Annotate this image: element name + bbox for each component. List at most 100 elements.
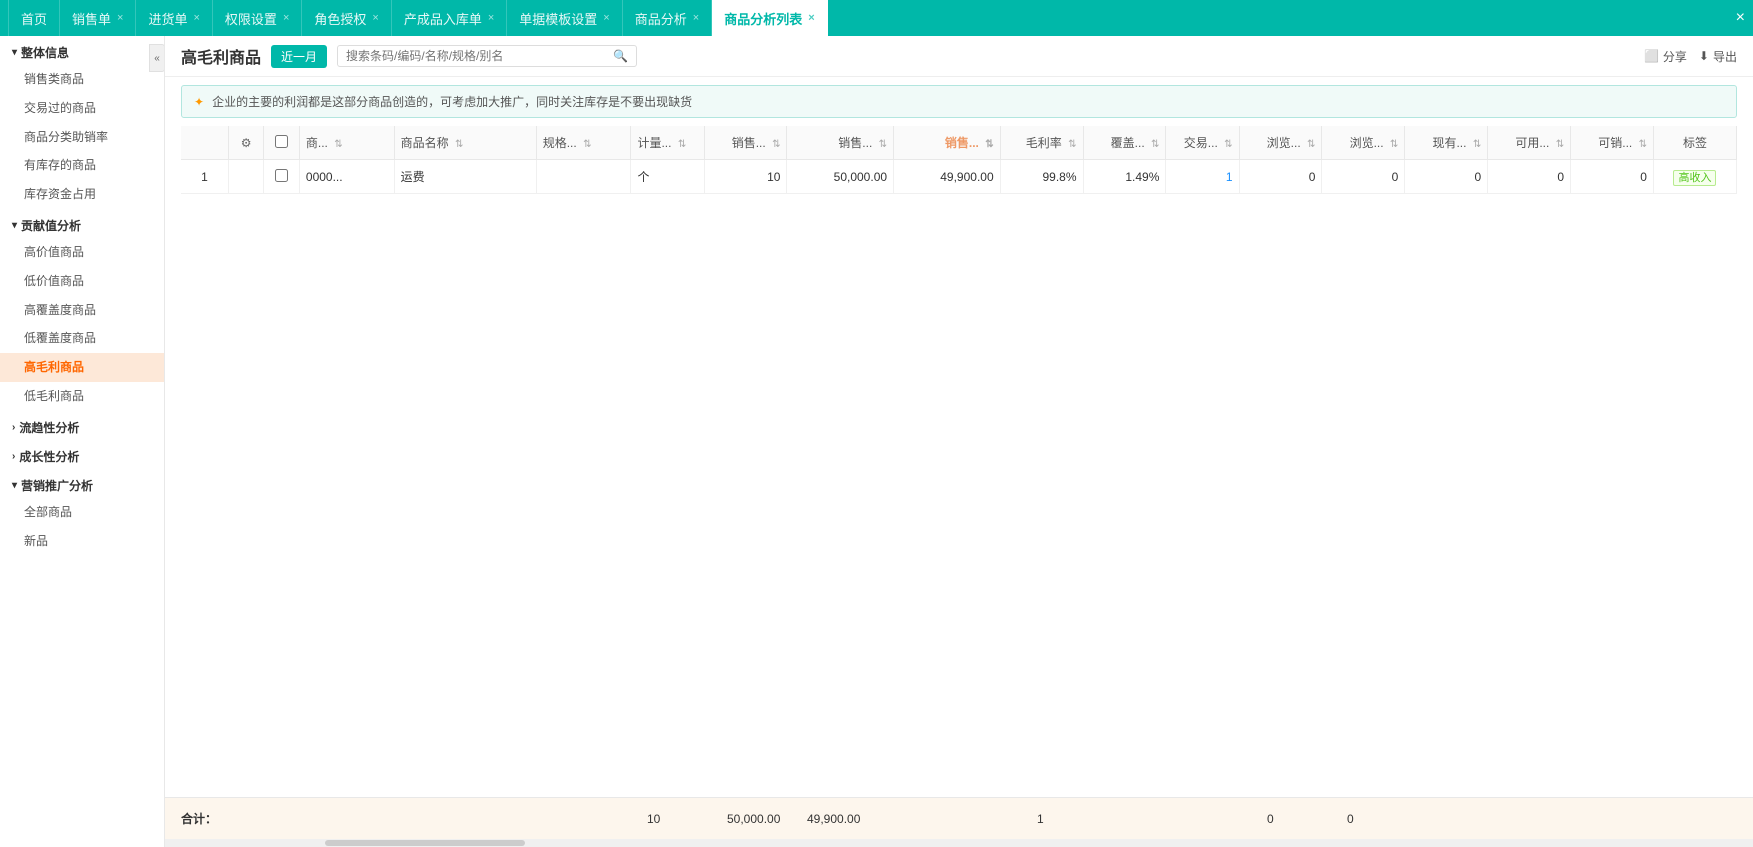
- sort-icon-code: ⇅: [334, 139, 342, 150]
- footer-current-stock-val: 0: [1261, 812, 1341, 826]
- footer-sales-cost-val: 49,900.00: [801, 812, 881, 826]
- sidebar-item-category-rate[interactable]: 商品分类助销率: [0, 123, 164, 152]
- col-header-spec[interactable]: 规格... ⇅: [536, 126, 631, 160]
- sidebar-group-growth[interactable]: › 成长性分析: [0, 440, 164, 469]
- col-header-browse1[interactable]: 浏览... ⇅: [1239, 126, 1322, 160]
- sidebar-item-low-coverage[interactable]: 低覆盖度商品: [0, 324, 164, 353]
- sort-icon-gross: ⇅: [1068, 139, 1076, 150]
- footer-label: 合计：: [181, 810, 361, 827]
- sidebar-item-new-goods[interactable]: 新品: [0, 527, 164, 556]
- col-header-sales-amt[interactable]: 销售... ⇅: [787, 126, 894, 160]
- window-close-button[interactable]: ×: [1736, 9, 1745, 27]
- sidebar-group-overall[interactable]: ▾ 整体信息: [0, 36, 164, 65]
- search-input[interactable]: [346, 49, 613, 63]
- row-checkbox[interactable]: [264, 160, 300, 194]
- sidebar-item-sales-goods[interactable]: 销售类商品: [0, 65, 164, 94]
- nav-tab-analysis-list[interactable]: 商品分析列表 ×: [712, 0, 827, 36]
- sidebar-item-high-margin[interactable]: 高毛利商品: [0, 353, 164, 382]
- nav-tab-analysis[interactable]: 商品分析 ×: [623, 0, 712, 36]
- sidebar-item-high-coverage[interactable]: 高覆盖度商品: [0, 296, 164, 325]
- row-code: 0000...: [299, 160, 394, 194]
- top-nav: 首页 销售单 × 进货单 × 权限设置 × 角色授权 × 产成品入库单 × 单据…: [0, 0, 1753, 36]
- nav-tab-role[interactable]: 角色授权 ×: [302, 0, 391, 36]
- sidebar-item-low-value[interactable]: 低价值商品: [0, 267, 164, 296]
- gear-icon[interactable]: ⚙: [241, 136, 252, 150]
- sidebar-item-stocked-goods[interactable]: 有库存的商品: [0, 151, 164, 180]
- col-header-gross[interactable]: 毛利率 ⇅: [1000, 126, 1083, 160]
- sidebar-collapse-button[interactable]: «: [149, 44, 165, 72]
- row-name: 运费: [394, 160, 536, 194]
- row-select-checkbox[interactable]: [275, 169, 288, 182]
- sidebar-item-stock-capital[interactable]: 库存资金占用: [0, 180, 164, 209]
- content-header: 高毛利商品 近一月 🔍 ⬜ 分享 ⬇ 导出: [165, 36, 1753, 77]
- row-sales-cost: 49,900.00: [894, 160, 1001, 194]
- sidebar-group-flow[interactable]: › 流趋性分析: [0, 411, 164, 440]
- footer-sales-amt-val: 50,000.00: [721, 812, 801, 826]
- col-header-coverage[interactable]: 覆盖... ⇅: [1083, 126, 1166, 160]
- close-analysis-tab[interactable]: ×: [693, 12, 699, 24]
- nav-tab-home[interactable]: 首页: [8, 0, 60, 36]
- period-button[interactable]: 近一月: [271, 45, 327, 68]
- col-header-transactions[interactable]: 交易... ⇅: [1166, 126, 1239, 160]
- info-icon: ✦: [194, 95, 204, 109]
- close-sales-tab[interactable]: ×: [117, 12, 123, 24]
- info-banner: ✦ 企业的主要的利润都是这部分商品创造的，可考虑加大推广，同时关注库存是不要出现…: [181, 85, 1737, 118]
- nav-tab-template[interactable]: 单据模板设置 ×: [507, 0, 622, 36]
- col-header-sales-qty[interactable]: 销售... ⇅: [704, 126, 787, 160]
- col-header-code[interactable]: 商... ⇅: [299, 126, 394, 160]
- col-header-sellable[interactable]: 可销... ⇅: [1571, 126, 1654, 160]
- col-header-gear[interactable]: ⚙: [228, 126, 264, 160]
- sort-icon-browse1: ⇅: [1307, 139, 1315, 150]
- table-row: 1 0000... 运费 个 10 50,000.00 49,900.00 99…: [181, 160, 1737, 194]
- close-permission-tab[interactable]: ×: [283, 12, 289, 24]
- nav-tab-warehousing[interactable]: 产成品入库单 ×: [392, 0, 507, 36]
- close-template-tab[interactable]: ×: [603, 12, 609, 24]
- sidebar-group-contribution[interactable]: ▾ 贡献值分析: [0, 209, 164, 238]
- sidebar-item-all-goods[interactable]: 全部商品: [0, 498, 164, 527]
- sidebar-item-low-margin[interactable]: 低毛利商品: [0, 382, 164, 411]
- col-header-current-stock[interactable]: 现有... ⇅: [1405, 126, 1488, 160]
- close-purchase-tab[interactable]: ×: [193, 12, 199, 24]
- footer-values: 10 50,000.00 49,900.00 1 0 0: [361, 812, 1421, 826]
- sidebar: « ▾ 整体信息 销售类商品 交易过的商品 商品分类助销率 有库存的商品 库存资…: [0, 36, 165, 847]
- col-header-tag[interactable]: 标签: [1653, 126, 1736, 160]
- sort-icon-sales-amt: ⇅: [879, 139, 887, 150]
- export-icon: ⬇: [1699, 49, 1709, 63]
- row-browse1: 0: [1239, 160, 1322, 194]
- nav-tab-permission[interactable]: 权限设置 ×: [213, 0, 302, 36]
- col-header-available[interactable]: 可用... ⇅: [1488, 126, 1571, 160]
- row-gear: [228, 160, 264, 194]
- row-transactions[interactable]: 1: [1166, 160, 1239, 194]
- col-header-sales-cost[interactable]: 销售... ⇅: [894, 126, 1001, 160]
- row-spec: [536, 160, 631, 194]
- search-box: 🔍: [337, 45, 637, 67]
- sort-icon-name: ⇅: [455, 139, 463, 150]
- share-button[interactable]: ⬜ 分享: [1644, 48, 1687, 65]
- sidebar-item-traded-goods[interactable]: 交易过的商品: [0, 94, 164, 123]
- col-header-check[interactable]: [264, 126, 300, 160]
- search-icon[interactable]: 🔍: [613, 49, 628, 63]
- col-header-unit[interactable]: 计量... ⇅: [631, 126, 704, 160]
- sort-icon-transactions: ⇅: [1224, 139, 1232, 150]
- close-role-tab[interactable]: ×: [372, 12, 378, 24]
- nav-tab-purchase[interactable]: 进货单 ×: [136, 0, 212, 36]
- row-num: 1: [181, 160, 228, 194]
- export-button[interactable]: ⬇ 导出: [1699, 48, 1737, 65]
- sort-icon-spec: ⇅: [583, 139, 591, 150]
- scrollbar-thumb[interactable]: [325, 840, 525, 846]
- sidebar-item-high-value[interactable]: 高价值商品: [0, 238, 164, 267]
- bottom-scrollbar[interactable]: [165, 839, 1753, 847]
- nav-tab-sales[interactable]: 销售单 ×: [60, 0, 136, 36]
- select-all-checkbox[interactable]: [275, 135, 288, 148]
- sort-icon-current-stock: ⇅: [1473, 139, 1481, 150]
- footer-bar: 合计： 10 50,000.00 49,900.00 1 0 0: [165, 797, 1753, 839]
- close-warehousing-tab[interactable]: ×: [488, 12, 494, 24]
- col-header-name[interactable]: 商品名称 ⇅: [394, 126, 536, 160]
- footer-transactions-val: 1: [1031, 812, 1111, 826]
- row-available: 0: [1488, 160, 1571, 194]
- arrow-icon-5: ▾: [12, 480, 17, 491]
- row-sales-qty: 10: [704, 160, 787, 194]
- close-analysis-list-tab[interactable]: ×: [808, 12, 814, 24]
- col-header-browse2[interactable]: 浏览... ⇅: [1322, 126, 1405, 160]
- sidebar-group-marketing[interactable]: ▾ 营销推广分析: [0, 469, 164, 498]
